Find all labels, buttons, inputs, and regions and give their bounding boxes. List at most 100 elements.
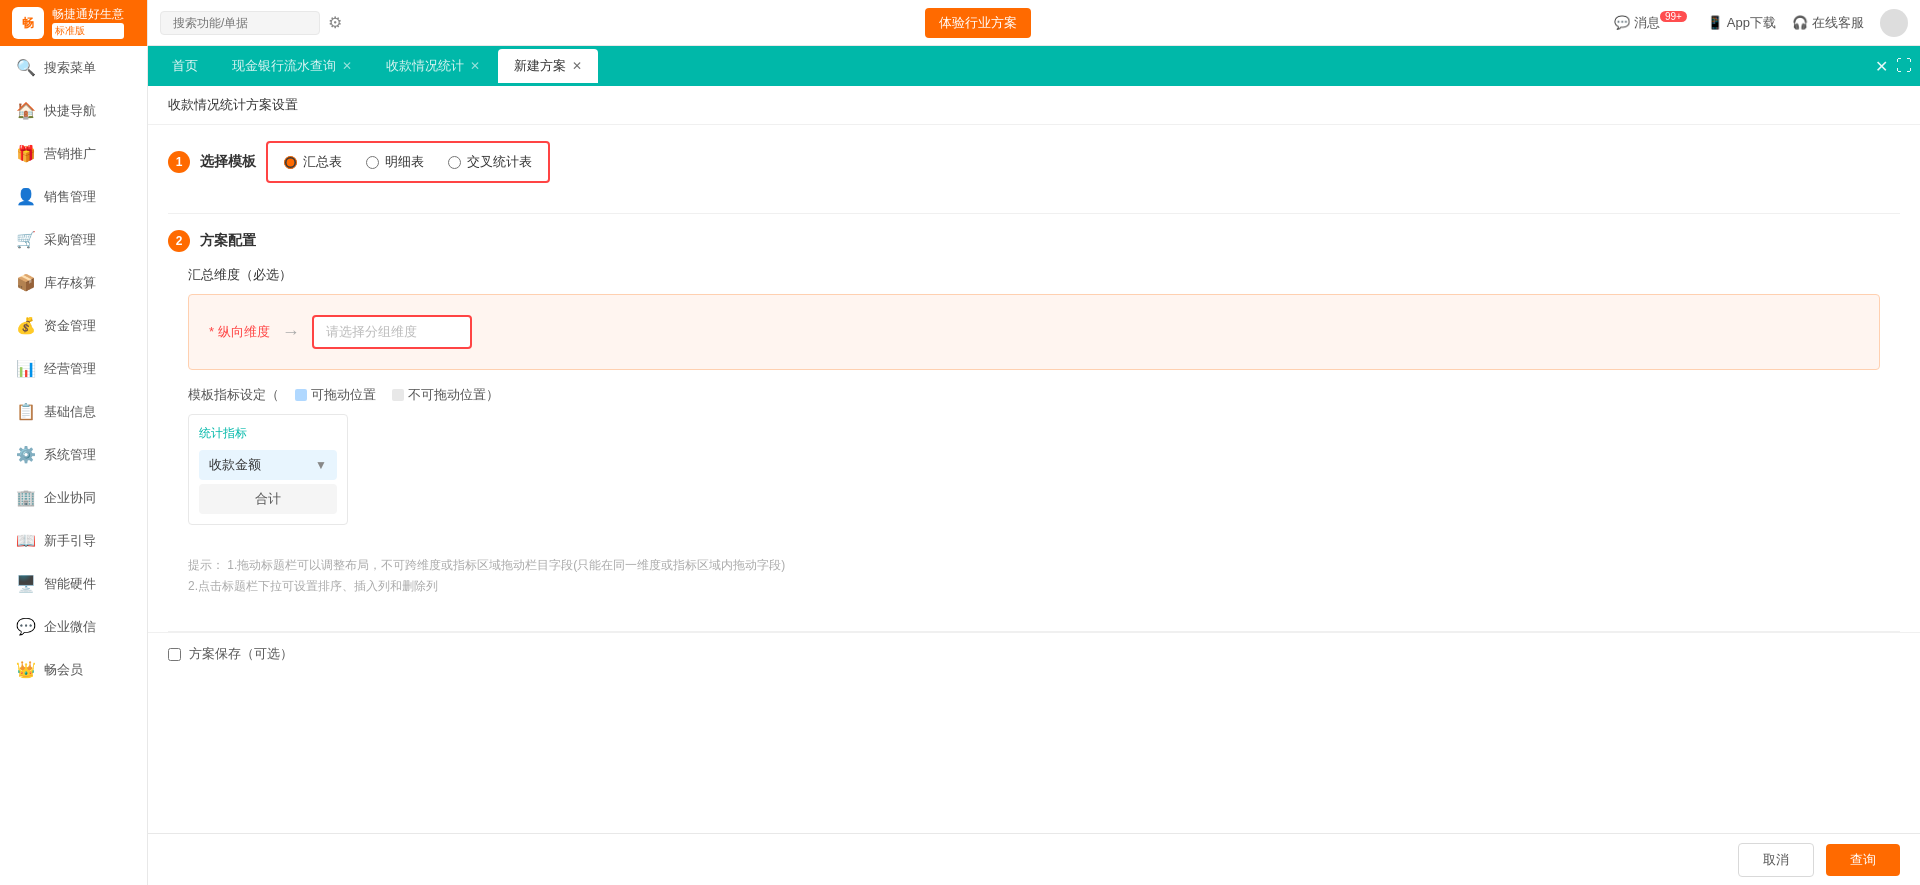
sidebar-item-sales[interactable]: 👤 销售管理: [0, 175, 147, 218]
sidebar-item-label: 经营管理: [44, 360, 96, 378]
step2-title: 方案配置: [200, 232, 256, 250]
sidebar-item-quick-nav[interactable]: 🏠 快捷导航: [0, 89, 147, 132]
content-inner: 收款情况统计方案设置 1 选择模板 汇总表 明细表: [148, 86, 1920, 833]
tab-new-plan-label: 新建方案: [514, 57, 566, 75]
online-service-btn[interactable]: 🎧 在线客服: [1792, 14, 1864, 32]
draggable-badge: 可拖动位置: [295, 386, 376, 404]
logo-badge: 标准版: [52, 23, 124, 39]
tip2: 2.点击标题栏下拉可设置排序、插入列和删除列: [188, 578, 1880, 595]
app-download-label: App下载: [1727, 14, 1776, 32]
clipboard-icon: 📋: [16, 402, 36, 421]
logo-name: 畅捷通好生意: [52, 7, 124, 23]
template-options: 汇总表 明细表 交叉统计表: [266, 141, 550, 183]
gift-icon: 🎁: [16, 144, 36, 163]
sidebar-item-label: 搜索菜单: [44, 59, 96, 77]
radio-cross-label: 交叉统计表: [467, 153, 532, 171]
tab-cash-flow-close[interactable]: ✕: [342, 59, 352, 73]
search-menu-icon: 🔍: [16, 58, 36, 77]
sidebar-item-label: 资金管理: [44, 317, 96, 335]
message-btn[interactable]: 💬 消息 99+: [1614, 14, 1691, 32]
metric-item-amount[interactable]: 收款金额 ▼: [199, 450, 337, 480]
tab-collection-stats[interactable]: 收款情况统计 ✕: [370, 49, 496, 83]
cart-icon: 🛒: [16, 230, 36, 249]
tab-cash-flow-label: 现金银行流水查询: [232, 57, 336, 75]
sidebar-item-search-menu[interactable]: 🔍 搜索菜单: [0, 46, 147, 89]
box-icon: 📦: [16, 273, 36, 292]
query-button[interactable]: 查询: [1826, 844, 1900, 876]
tab-new-plan[interactable]: 新建方案 ✕: [498, 49, 598, 83]
sidebar-item-label: 库存核算: [44, 274, 96, 292]
app-download-btn[interactable]: 📱 App下载: [1707, 14, 1776, 32]
sidebar-item-purchase[interactable]: 🛒 采购管理: [0, 218, 147, 261]
sidebar-item-operations[interactable]: 📊 经营管理: [0, 347, 147, 390]
page-header: 收款情况统计方案设置: [148, 86, 1920, 125]
metrics-group: 统计指标 收款金额 ▼ 合计: [188, 414, 348, 525]
industry-btn[interactable]: 体验行业方案: [925, 8, 1031, 38]
sidebar-item-system[interactable]: ⚙️ 系统管理: [0, 433, 147, 476]
sidebar-item-basic-info[interactable]: 📋 基础信息: [0, 390, 147, 433]
radio-summary-input[interactable]: [284, 156, 297, 169]
logo-icon: 畅: [12, 7, 44, 39]
chat-icon: 💬: [16, 617, 36, 636]
dimension-row: 纵向维度 → 请选择分组维度: [209, 315, 1859, 349]
dropdown-icon[interactable]: ▼: [315, 458, 327, 472]
footer-save: 方案保存（可选）: [148, 632, 1920, 675]
sidebar-item-smart-hw[interactable]: 🖥️ 智能硬件: [0, 562, 147, 605]
message-badge: 99+: [1660, 11, 1687, 22]
arrow-icon: →: [282, 322, 300, 343]
tab-new-plan-close[interactable]: ✕: [572, 59, 582, 73]
step1-title: 选择模板: [200, 153, 256, 171]
home-icon: 🏠: [16, 101, 36, 120]
sidebar-item-label: 快捷导航: [44, 102, 96, 120]
radio-detail-input[interactable]: [366, 156, 379, 169]
metrics-section: 模板指标设定（ 可拖动位置 不可拖动位置） 统计指标: [188, 386, 1880, 525]
service-icon: 🎧: [1792, 15, 1808, 30]
sidebar-item-enterprise[interactable]: 🏢 企业协同: [0, 476, 147, 519]
tab-cash-flow[interactable]: 现金银行流水查询 ✕: [216, 49, 368, 83]
draggable-label: 可拖动位置: [311, 386, 376, 404]
step1-header: 1 选择模板 汇总表 明细表 交叉统计表: [168, 141, 1900, 183]
sidebar-logo: 畅 畅捷通好生意 标准版: [0, 0, 147, 46]
topbar: ⚙ 体验行业方案 💬 消息 99+ 📱 App下载 🎧 在线客服: [148, 0, 1920, 46]
step2-header: 2 方案配置: [168, 230, 1900, 252]
sidebar-item-member[interactable]: 👑 畅会员: [0, 648, 147, 691]
gear-icon[interactable]: ⚙: [328, 13, 342, 32]
save-plan-checkbox[interactable]: [168, 648, 181, 661]
tabs-end: ✕ ⛶: [1875, 57, 1912, 76]
metrics-header: 模板指标设定（ 可拖动位置 不可拖动位置）: [188, 386, 1880, 404]
tab-close-all-icon[interactable]: ✕: [1875, 57, 1888, 76]
tab-collection-stats-close[interactable]: ✕: [470, 59, 480, 73]
sidebar-item-inventory[interactable]: 📦 库存核算: [0, 261, 147, 304]
radio-cross-input[interactable]: [448, 156, 461, 169]
tab-maximize-icon[interactable]: ⛶: [1896, 57, 1912, 75]
sidebar-item-finance[interactable]: 💰 资金管理: [0, 304, 147, 347]
tips-section: 提示： 1.拖动标题栏可以调整布局，不可跨维度或指标区域拖动栏目字段(只能在同一…: [168, 541, 1900, 615]
page-title: 收款情况统计方案设置: [168, 97, 298, 112]
message-icon: 💬: [1614, 15, 1630, 30]
non-draggable-dot: [392, 389, 404, 401]
sidebar-item-label: 销售管理: [44, 188, 96, 206]
non-draggable-badge: 不可拖动位置）: [392, 386, 499, 404]
sidebar-item-guide[interactable]: 📖 新手引导: [0, 519, 147, 562]
sidebar-item-label: 新手引导: [44, 532, 96, 550]
draggable-dot: [295, 389, 307, 401]
message-label: 消息: [1634, 14, 1660, 32]
sidebar-item-marketing[interactable]: 🎁 营销推广: [0, 132, 147, 175]
radio-summary-label: 汇总表: [303, 153, 342, 171]
main-content: ⚙ 体验行业方案 💬 消息 99+ 📱 App下载 🎧 在线客服 首页 现金银行…: [148, 0, 1920, 885]
sidebar-item-label: 智能硬件: [44, 575, 96, 593]
radio-cross[interactable]: 交叉统计表: [448, 153, 532, 171]
radio-detail[interactable]: 明细表: [366, 153, 424, 171]
sidebar-item-label: 企业协同: [44, 489, 96, 507]
bottom-bar: 取消 查询: [148, 833, 1920, 885]
metrics-title: 模板指标设定（: [188, 386, 279, 404]
topbar-right: 💬 消息 99+ 📱 App下载 🎧 在线客服: [1614, 9, 1908, 37]
dimension-select[interactable]: 请选择分组维度: [312, 315, 472, 349]
tab-home[interactable]: 首页: [156, 49, 214, 83]
sidebar-item-wechat[interactable]: 💬 企业微信: [0, 605, 147, 648]
sidebar-item-label: 系统管理: [44, 446, 96, 464]
cancel-button[interactable]: 取消: [1738, 843, 1814, 877]
search-input[interactable]: [160, 11, 320, 35]
user-avatar[interactable]: [1880, 9, 1908, 37]
radio-summary[interactable]: 汇总表: [284, 153, 342, 171]
